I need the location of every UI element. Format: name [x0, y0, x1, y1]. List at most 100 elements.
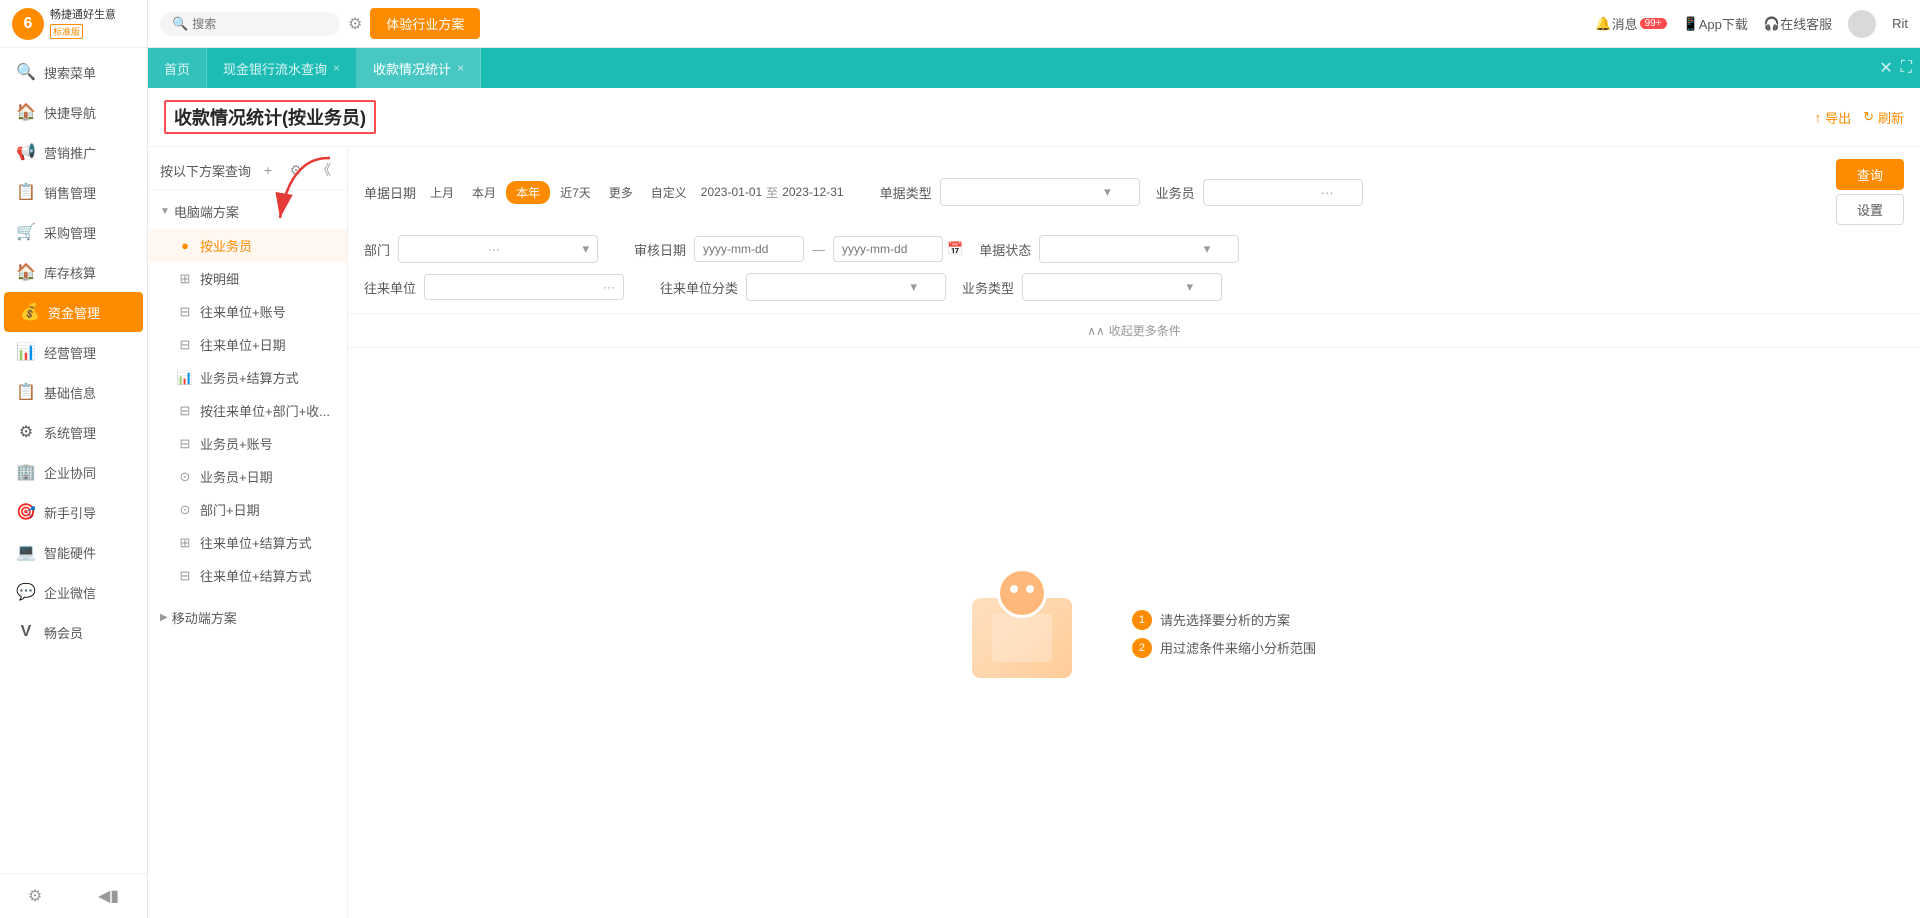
date-tab-group: 上月 本月 本年 近7天 更多 自定义 [422, 181, 695, 204]
filter-row-2: 部门 ··· ▾ 审核日期 — 📅 [364, 235, 1904, 263]
search-input[interactable] [192, 17, 332, 31]
date-tab-this-year[interactable]: 本年 [506, 181, 550, 204]
sidebar-item-hardware[interactable]: 💻 智能硬件 [0, 532, 147, 572]
search-box[interactable]: 🔍 [160, 12, 340, 36]
scheme-by-salesperson[interactable]: ● 按业务员 [148, 229, 347, 262]
salesperson-label: 业务员 [1156, 183, 1195, 202]
username-label[interactable]: Rit [1892, 16, 1908, 31]
counterparty-category-select[interactable]: ▾ [746, 273, 946, 301]
scheme-by-detail[interactable]: ⊞ 按明细 [148, 262, 347, 295]
messages-btn[interactable]: 🔔 消息 99+ [1595, 14, 1666, 33]
sidebar-item-wechat[interactable]: 💬 企业微信 [0, 572, 147, 612]
tab-home[interactable]: 首页 [148, 48, 207, 88]
desktop-scheme-group[interactable]: ▼ 电脑端方案 [148, 194, 347, 229]
scheme-salesperson-account[interactable]: ⊟ 业务员+账号 [148, 427, 347, 460]
tab-collection-stats[interactable]: 收款情况统计 × [357, 48, 481, 88]
sidebar-item-marketing[interactable]: 📢 营销推广 [0, 132, 147, 172]
close-all-tabs-btn[interactable]: ✕ [1879, 58, 1892, 78]
sidebar-item-search[interactable]: 🔍 搜索菜单 [0, 52, 147, 92]
doc-type-select[interactable]: ▾ [940, 178, 1140, 206]
close-bank-flow-icon[interactable]: × [333, 61, 340, 75]
scheme-by-detail-label: 按明细 [200, 269, 239, 288]
sidebar: 6 畅捷通好生意 标准版 🔍 搜索菜单 🏠 快捷导航 📢 营销推广 📋 销售管理… [0, 0, 148, 918]
scheme-counterparty-date[interactable]: ⊟ 往来单位+日期 [148, 328, 347, 361]
tip-num-2: 2 [1132, 638, 1152, 658]
sidebar-item-guide[interactable]: 🎯 新手引导 [0, 492, 147, 532]
date-tab-more[interactable]: 更多 [601, 182, 641, 203]
collapse-sidebar-btn[interactable]: ◀▮ [90, 882, 127, 910]
date-tab-custom[interactable]: 自定义 [643, 182, 695, 203]
date-to-value: 2023-12-31 [782, 185, 843, 199]
trial-btn[interactable]: 体验行业方案 [370, 8, 480, 39]
scheme-counterparty-settlement1[interactable]: ⊞ 往来单位+结算方式 [148, 526, 347, 559]
counterparty-category-arrow: ▾ [911, 279, 918, 295]
dept-arrow: ▾ [582, 241, 589, 257]
salesperson-select[interactable]: ··· [1203, 179, 1363, 206]
doc-status-select[interactable]: ▾ [1039, 235, 1239, 263]
filter-doc-status-group: 单据状态 ▾ [979, 235, 1239, 263]
scheme-counterparty-settlement2[interactable]: ⊟ 往来单位+结算方式 [148, 559, 347, 592]
scheme-counterparty-dept-recv[interactable]: ⊟ 按往来单位+部门+收... [148, 394, 347, 427]
scheme-cs2-icon: ⊟ [176, 567, 194, 585]
query-btn[interactable]: 查询 [1836, 159, 1904, 190]
audit-date-to-input[interactable] [833, 236, 943, 262]
add-scheme-btn[interactable]: + [257, 159, 279, 181]
scheme-ss-icon: 📊 [176, 369, 194, 387]
marketing-icon: 📢 [16, 142, 36, 162]
sidebar-item-enterprise-label: 企业协同 [44, 463, 96, 482]
sidebar-item-sales[interactable]: 📋 销售管理 [0, 172, 147, 212]
settings-gear-icon[interactable]: ⚙ [348, 14, 362, 34]
biz-type-label: 业务类型 [962, 278, 1014, 297]
tab-bank-flow[interactable]: 现金银行流水查询 × [207, 48, 357, 88]
sidebar-item-management[interactable]: 📊 经营管理 [0, 332, 147, 372]
online-service-btn[interactable]: 🎧 在线客服 [1764, 14, 1832, 33]
tip-text-2: 用过滤条件来缩小分析范围 [1160, 638, 1316, 657]
refresh-btn[interactable]: ↻ 刷新 [1863, 108, 1904, 127]
main-content: 收款情况统计(按业务员) ↑ 导出 ↻ 刷新 按以下方案查询 + ⚙ 《 [148, 88, 1920, 918]
sidebar-item-quicknav[interactable]: 🏠 快捷导航 [0, 92, 147, 132]
membership-icon: V [16, 622, 36, 642]
scheme-salesperson-date[interactable]: ⊙ 业务员+日期 [148, 460, 347, 493]
refresh-icon: ↻ [1863, 109, 1874, 125]
date-label: 单据日期 [364, 183, 416, 202]
scheme-dept-date[interactable]: ⊙ 部门+日期 [148, 493, 347, 526]
close-collection-stats-icon[interactable]: × [457, 61, 464, 75]
messages-label: 消息 [1612, 14, 1638, 33]
scheme-salesperson-account-label: 业务员+账号 [200, 434, 273, 453]
collapse-filter-bar[interactable]: ∧∧ 收起更多条件 [348, 314, 1920, 348]
filter-row-3: 往来单位 ··· 往来单位分类 ▾ 业务 [364, 273, 1904, 301]
sidebar-item-membership[interactable]: V 畅会员 [0, 612, 147, 652]
export-btn[interactable]: ↑ 导出 [1815, 108, 1852, 127]
sidebar-item-inventory[interactable]: 🏠 库存核算 [0, 252, 147, 292]
sidebar-item-system-label: 系统管理 [44, 423, 96, 442]
date-tab-last-month[interactable]: 上月 [422, 182, 462, 203]
scheme-settings-btn[interactable]: ⚙ [285, 159, 307, 181]
collapse-panel-btn[interactable]: 《 [313, 159, 335, 181]
scheme-cdr-icon: ⊟ [176, 402, 194, 420]
filter-audit-date-group: 审核日期 — 📅 [634, 236, 963, 262]
sidebar-item-system[interactable]: ⚙ 系统管理 [0, 412, 147, 452]
mobile-group-label: 移动端方案 [172, 608, 237, 627]
app-download-btn[interactable]: 📱 App下载 [1683, 14, 1748, 33]
mobile-scheme-group[interactable]: ▶ 移动端方案 [148, 600, 347, 635]
sidebar-item-basic-info[interactable]: 📋 基础信息 [0, 372, 147, 412]
calendar-icon[interactable]: 📅 [947, 241, 963, 257]
date-tab-this-month[interactable]: 本月 [464, 182, 504, 203]
sidebar-item-basic-info-label: 基础信息 [44, 383, 96, 402]
scheme-counterparty-account[interactable]: ⊟ 往来单位+账号 [148, 295, 347, 328]
doc-status-label: 单据状态 [979, 240, 1031, 259]
date-tab-7days[interactable]: 近7天 [552, 182, 599, 203]
sidebar-item-finance[interactable]: 💰 资金管理 [4, 292, 143, 332]
counterparty-select[interactable]: ··· [424, 274, 624, 300]
page-header-actions: ↑ 导出 ↻ 刷新 [1815, 108, 1904, 127]
scheme-salesperson-settlement[interactable]: 📊 业务员+结算方式 [148, 361, 347, 394]
maximize-btn[interactable]: ⛶ [1901, 59, 1912, 77]
dept-select[interactable]: ··· ▾ [398, 235, 598, 263]
settings-config-btn[interactable]: 设置 [1836, 194, 1904, 225]
biz-type-select[interactable]: ▾ [1022, 273, 1222, 301]
user-avatar[interactable] [1848, 10, 1876, 38]
audit-date-from-input[interactable] [694, 236, 804, 262]
sidebar-item-purchase[interactable]: 🛒 采购管理 [0, 212, 147, 252]
sidebar-item-enterprise[interactable]: 🏢 企业协同 [0, 452, 147, 492]
settings-bottom-btn[interactable]: ⚙ [20, 882, 50, 910]
